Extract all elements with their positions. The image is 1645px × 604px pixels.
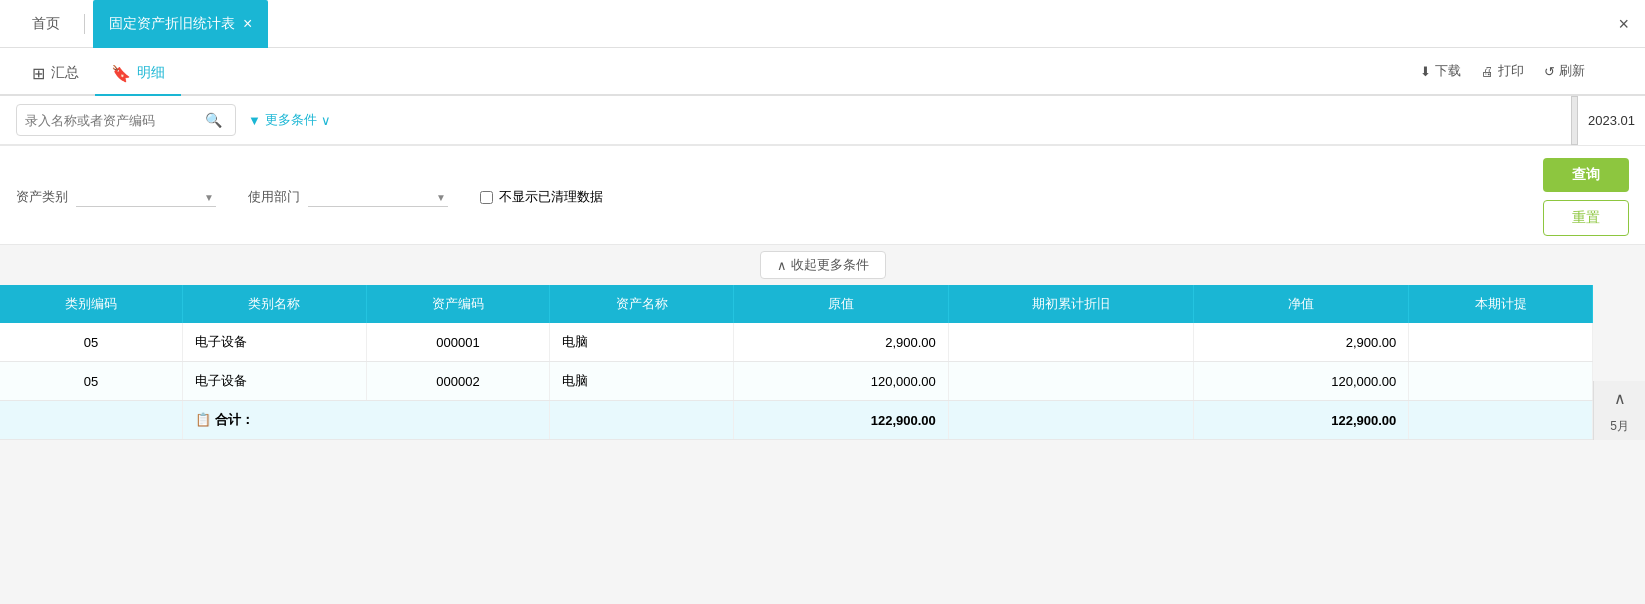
col-net-value: 净值 bbox=[1194, 285, 1409, 323]
total-icon: 📋 bbox=[195, 412, 211, 427]
asset-category-select-wrapper bbox=[76, 187, 216, 207]
main-content: 类别编码 类别名称 资产编码 资产名称 原值 期初累计折旧 净值 本期计提 05… bbox=[0, 285, 1645, 440]
cell-asset-code: 000001 bbox=[366, 323, 550, 362]
print-label: 打印 bbox=[1498, 62, 1524, 80]
collapse-icon: ∧ bbox=[777, 258, 787, 273]
asset-category-label: 资产类别 bbox=[16, 188, 68, 206]
advanced-filter: 资产类别 使用部门 不显示已清理数据 查询 重置 bbox=[0, 146, 1645, 245]
cell-asset-name: 电脑 bbox=[550, 362, 734, 401]
collapse-button[interactable]: ∧ 收起更多条件 bbox=[760, 251, 886, 279]
top-nav: 首页 固定资产折旧统计表 × × bbox=[0, 0, 1645, 48]
department-label: 使用部门 bbox=[248, 188, 300, 206]
nav-tab-label: 固定资产折旧统计表 bbox=[109, 15, 235, 33]
col-cat-name: 类别名称 bbox=[182, 285, 366, 323]
print-action[interactable]: 🖨 打印 bbox=[1481, 62, 1524, 80]
date-value: 2023.01 bbox=[1588, 113, 1635, 128]
cell-accumulated bbox=[948, 323, 1194, 362]
download-action[interactable]: ⬇ 下载 bbox=[1420, 62, 1461, 80]
tab-detail-label: 明细 bbox=[137, 64, 165, 82]
search-icon[interactable]: 🔍 bbox=[205, 112, 222, 128]
cell-cat-code: 05 bbox=[0, 323, 182, 362]
cell-cat-name: 电子设备 bbox=[182, 362, 366, 401]
download-icon: ⬇ bbox=[1420, 64, 1431, 79]
filter-bar-wrapper: 🔍 ▼ 更多条件 ∨ › 2023.01 bbox=[0, 96, 1645, 146]
col-cat-code: 类别编码 bbox=[0, 285, 182, 323]
data-table: 类别编码 类别名称 资产编码 资产名称 原值 期初累计折旧 净值 本期计提 05… bbox=[0, 285, 1593, 440]
tab-summary[interactable]: ⊞ 汇总 bbox=[16, 52, 95, 96]
right-panel: ∧ 5月6月7月8月9月10月11月12月 2023 bbox=[1593, 381, 1645, 440]
nav-tab-close[interactable]: × bbox=[243, 16, 252, 32]
total-net-value: 122,900.00 bbox=[1194, 401, 1409, 440]
advanced-filter-row: 资产类别 使用部门 不显示已清理数据 查询 重置 bbox=[16, 158, 1629, 244]
right-panel-month[interactable]: 5月 bbox=[1607, 412, 1632, 440]
col-original: 原值 bbox=[733, 285, 948, 323]
more-filter-label: 更多条件 bbox=[265, 111, 317, 129]
cell-cat-name: 电子设备 bbox=[182, 323, 366, 362]
asset-category-field: 资产类别 bbox=[16, 187, 216, 207]
filter-icon: ▼ bbox=[248, 113, 261, 128]
asset-category-select[interactable] bbox=[76, 187, 216, 207]
search-wrapper: 🔍 bbox=[16, 104, 236, 136]
hide-cleared-checkbox[interactable] bbox=[480, 191, 493, 204]
tab-detail[interactable]: 🔖 明细 bbox=[95, 52, 181, 96]
nav-tab-fixed-assets[interactable]: 固定资产折旧统计表 × bbox=[93, 0, 268, 48]
cell-current-period bbox=[1409, 362, 1593, 401]
col-asset-name: 资产名称 bbox=[550, 285, 734, 323]
collapse-label: 收起更多条件 bbox=[791, 256, 869, 274]
cell-net-value: 2,900.00 bbox=[1194, 323, 1409, 362]
more-filter-btn[interactable]: ▼ 更多条件 ∨ bbox=[248, 111, 331, 129]
table-row: 05 电子设备 000001 电脑 2,900.00 2,900.00 bbox=[0, 323, 1593, 362]
cell-original: 120,000.00 bbox=[733, 362, 948, 401]
department-field: 使用部门 bbox=[248, 187, 448, 207]
cell-asset-name: 电脑 bbox=[550, 323, 734, 362]
hide-cleared-checkbox-label[interactable]: 不显示已清理数据 bbox=[480, 188, 603, 206]
col-current-period: 本期计提 bbox=[1409, 285, 1593, 323]
tab-bar-actions: ⬇ 下载 🖨 打印 ↺ 刷新 bbox=[1420, 62, 1585, 80]
cell-net-value: 120,000.00 bbox=[1194, 362, 1409, 401]
refresh-action[interactable]: ↺ 刷新 bbox=[1544, 62, 1585, 80]
total-accumulated bbox=[948, 401, 1194, 440]
total-row: 📋合计： 122,900.00 122,900.00 bbox=[0, 401, 1593, 440]
print-icon: 🖨 bbox=[1481, 64, 1494, 79]
nav-home[interactable]: 首页 bbox=[16, 15, 76, 33]
collapse-bar: ∧ 收起更多条件 bbox=[0, 245, 1645, 285]
download-label: 下载 bbox=[1435, 62, 1461, 80]
table-wrapper: 类别编码 类别名称 资产编码 资产名称 原值 期初累计折旧 净值 本期计提 05… bbox=[0, 285, 1593, 440]
total-current-period bbox=[1409, 401, 1593, 440]
reset-button[interactable]: 重置 bbox=[1543, 200, 1629, 236]
filter-bar: 🔍 ▼ 更多条件 ∨ bbox=[0, 96, 1645, 145]
department-select[interactable] bbox=[308, 187, 448, 207]
table-row: 05 电子设备 000002 电脑 120,000.00 120,000.00 bbox=[0, 362, 1593, 401]
tab-summary-label: 汇总 bbox=[51, 64, 79, 82]
filter-buttons: 查询 重置 bbox=[1543, 158, 1629, 236]
cell-current-period bbox=[1409, 323, 1593, 362]
detail-icon: 🔖 bbox=[111, 64, 131, 83]
date-display: 2023.01 bbox=[1577, 96, 1645, 145]
more-filter-arrow: ∨ bbox=[321, 113, 331, 128]
right-panel-nav-up[interactable]: ∧ bbox=[1594, 385, 1645, 412]
refresh-icon: ↺ bbox=[1544, 64, 1555, 79]
refresh-label: 刷新 bbox=[1559, 62, 1585, 80]
cell-original: 2,900.00 bbox=[733, 323, 948, 362]
total-label bbox=[0, 401, 182, 440]
total-original: 122,900.00 bbox=[733, 401, 948, 440]
window-close-button[interactable]: × bbox=[1618, 13, 1629, 34]
cell-asset-code: 000002 bbox=[366, 362, 550, 401]
table-header-row: 类别编码 类别名称 资产编码 资产名称 原值 期初累计折旧 净值 本期计提 bbox=[0, 285, 1593, 323]
search-input[interactable] bbox=[25, 113, 205, 128]
col-asset-code: 资产编码 bbox=[366, 285, 550, 323]
total-asset-name bbox=[550, 401, 734, 440]
query-button[interactable]: 查询 bbox=[1543, 158, 1629, 192]
total-label-merge: 📋合计： bbox=[182, 401, 549, 440]
cell-cat-code: 05 bbox=[0, 362, 182, 401]
nav-divider bbox=[84, 14, 85, 34]
summary-icon: ⊞ bbox=[32, 64, 45, 83]
cell-accumulated bbox=[948, 362, 1194, 401]
hide-cleared-label: 不显示已清理数据 bbox=[499, 188, 603, 206]
tab-bar: ⊞ 汇总 🔖 明细 ⬇ 下载 🖨 打印 ↺ 刷新 bbox=[0, 48, 1645, 96]
department-select-wrapper bbox=[308, 187, 448, 207]
col-accumulated: 期初累计折旧 bbox=[948, 285, 1194, 323]
right-panel-months: 5月6月7月8月9月10月11月12月 bbox=[1607, 412, 1632, 440]
